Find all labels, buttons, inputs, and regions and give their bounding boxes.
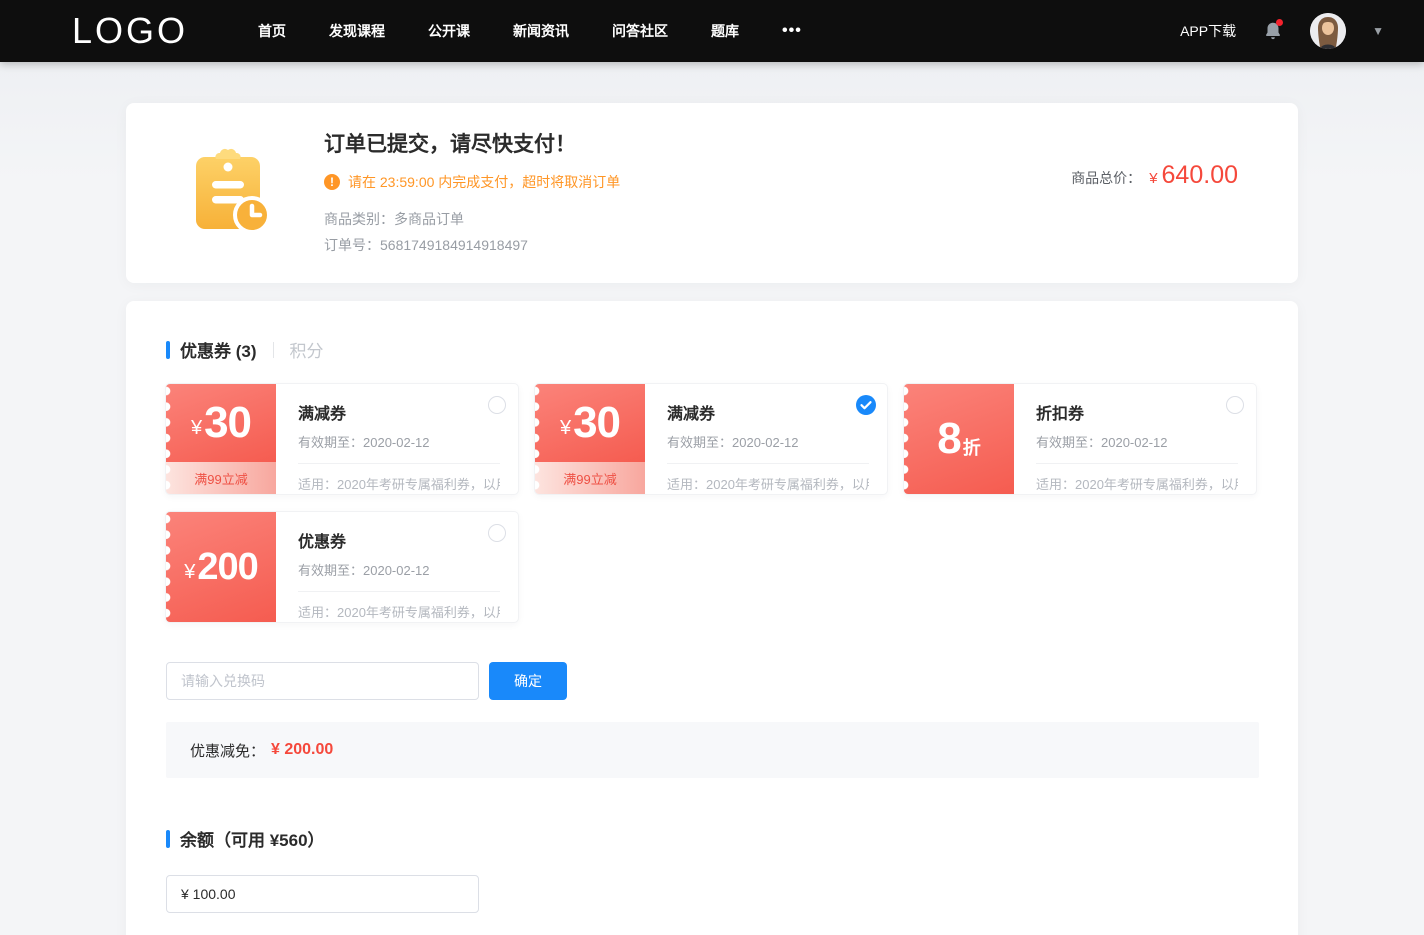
clipboard-clock-icon: [184, 143, 276, 243]
balance-amount-input[interactable]: [166, 875, 479, 913]
balance-section-header: 余额（可用 ¥560）: [166, 826, 1258, 851]
expiry-date: 2020-02-12: [1101, 435, 1168, 450]
coupon-radio-unselected[interactable]: [1226, 396, 1244, 414]
coupon-details: 满减券 有效期至：2020-02-12 适用：2020年考研专属福利券，以用..…: [645, 384, 887, 494]
category-label: 商品类别：: [324, 211, 394, 227]
ticket-notches: [904, 384, 912, 494]
expiry-date: 2020-02-12: [363, 435, 430, 450]
coupon-condition-tag: 满99立减: [166, 462, 276, 494]
coupon-amount: 30: [204, 398, 251, 448]
coupon-title: 优惠券: [298, 528, 500, 552]
coupon-amount: 200: [197, 546, 257, 589]
coupon-card-200-youhui[interactable]: ¥200 优惠券 有效期至：2020-02-12 适用：2020年考研专属福利券…: [166, 512, 518, 622]
coupon-currency: ¥: [184, 561, 195, 584]
coupon-amount-suffix: 折: [963, 434, 981, 460]
order-category: 商品类别：多商品订单: [324, 206, 1071, 232]
expiry-label: 有效期至：: [298, 435, 363, 450]
order-title: 订单已提交，请尽快支付！: [324, 128, 1071, 158]
section-accent-bar: [166, 830, 170, 848]
expiry-label: 有效期至：: [1036, 435, 1101, 450]
order-no-label: 订单号：: [324, 237, 380, 253]
coupon-details: 满减券 有效期至：2020-02-12 适用：2020年考研专属福利券，以用..…: [276, 384, 518, 494]
balance-title: 余额（可用 ¥560）: [180, 826, 325, 851]
coupon-currency: ¥: [191, 417, 202, 440]
payment-deadline-warning: ! 请在 23:59:00 内完成支付，超时将取消订单: [324, 172, 1071, 192]
notification-bell-icon[interactable]: [1262, 20, 1284, 42]
discount-label: 优惠减免：: [190, 740, 265, 761]
order-no-value: 5681749184914918497: [380, 237, 528, 253]
coupon-amount: 8: [937, 414, 960, 464]
coupon-title: 满减券: [667, 400, 869, 424]
nav-right: APP下载 ▼: [1180, 13, 1384, 49]
avatar[interactable]: [1310, 13, 1346, 49]
order-info: 订单已提交，请尽快支付！ ! 请在 23:59:00 内完成支付，超时将取消订单…: [324, 128, 1071, 258]
coupon-scope: 适用：2020年考研专属福利券，以用...: [1036, 463, 1238, 493]
total-label: 商品总价：: [1071, 170, 1141, 186]
ticket-notches: [166, 384, 174, 494]
payment-options-card: 优惠券 (3) 积分 ¥30 满99立减 满减券 有效期至：2020-02-12…: [126, 301, 1298, 935]
coupon-radio-unselected[interactable]: [488, 524, 506, 542]
expiry-date: 2020-02-12: [732, 435, 799, 450]
coupon-card-30-manjian-1[interactable]: ¥30 满99立减 满减券 有效期至：2020-02-12 适用：2020年考研…: [166, 384, 518, 494]
coupon-scope: 适用：2020年考研专属福利券，以用...: [298, 463, 500, 493]
category-value: 多商品订单: [394, 211, 464, 227]
nav-item-open-class[interactable]: 公开课: [428, 21, 470, 41]
chevron-down-icon[interactable]: ▼: [1372, 24, 1384, 38]
coupon-radio-unselected[interactable]: [488, 396, 506, 414]
nav-item-qa[interactable]: 问答社区: [612, 21, 668, 41]
app-download-link[interactable]: APP下载: [1180, 21, 1236, 41]
currency-symbol: ¥: [1149, 170, 1157, 187]
nav-item-news[interactable]: 新闻资讯: [513, 21, 569, 41]
coupon-amount-panel: 8折: [904, 384, 1014, 494]
expiry-label: 有效期至：: [667, 435, 732, 450]
coupon-details: 优惠券 有效期至：2020-02-12 适用：2020年考研专属福利券，以用..…: [276, 512, 518, 622]
coupon-selected-check-icon[interactable]: [856, 395, 876, 415]
exclamation-circle-icon: !: [324, 174, 340, 190]
order-number: 订单号：5681749184914918497: [324, 232, 1071, 258]
ticket-notches: [535, 384, 543, 494]
coupon-list: ¥30 满99立减 满减券 有效期至：2020-02-12 适用：2020年考研…: [166, 384, 1259, 622]
order-total: 商品总价： ¥640.00: [1071, 161, 1238, 190]
ticket-notches: [166, 512, 174, 622]
coupon-amount: 30: [573, 398, 620, 448]
coupon-card-discount-8zhe[interactable]: 8折 折扣券 有效期至：2020-02-12 适用：2020年考研专属福利券，以…: [904, 384, 1256, 494]
section-accent-bar: [166, 341, 170, 359]
tab-points[interactable]: 积分: [290, 337, 324, 362]
coupon-amount-panel: ¥200: [166, 512, 276, 622]
expiry-date: 2020-02-12: [363, 563, 430, 578]
coupon-section-header: 优惠券 (3) 积分: [166, 337, 1258, 362]
total-value: 640.00: [1162, 161, 1238, 189]
warning-text: 请在 23:59:00 内完成支付，超时将取消订单: [348, 172, 620, 192]
logo[interactable]: LOGO: [72, 13, 188, 49]
order-summary-card: 订单已提交，请尽快支付！ ! 请在 23:59:00 内完成支付，超时将取消订单…: [126, 103, 1298, 283]
coupon-scope: 适用：2020年考研专属福利券，以用...: [667, 463, 869, 493]
tab-divider: [273, 342, 274, 358]
nav-more-icon[interactable]: •••: [782, 22, 802, 40]
coupon-title: 满减券: [298, 400, 500, 424]
coupon-scope: 适用：2020年考研专属福利券，以用...: [298, 591, 500, 621]
coupon-details: 折扣券 有效期至：2020-02-12 适用：2020年考研专属福利券，以用..…: [1014, 384, 1256, 494]
redeem-code-input[interactable]: [166, 662, 479, 700]
coupon-condition-tag: 满99立减: [535, 462, 645, 494]
top-nav: LOGO 首页 发现课程 公开课 新闻资讯 问答社区 题库 ••• APP下载: [0, 0, 1424, 62]
redeem-code-row: 确定: [166, 662, 1258, 700]
page-body: 订单已提交，请尽快支付！ ! 请在 23:59:00 内完成支付，超时将取消订单…: [0, 62, 1424, 935]
discount-value: ¥ 200.00: [271, 741, 333, 759]
coupon-amount-panel: ¥30 满99立减: [166, 384, 276, 494]
nav-item-courses[interactable]: 发现课程: [329, 21, 385, 41]
nav-menu: 首页 发现课程 公开课 新闻资讯 问答社区 题库 •••: [258, 21, 802, 41]
nav-item-home[interactable]: 首页: [258, 21, 286, 41]
coupon-currency: ¥: [560, 417, 571, 440]
tab-coupons[interactable]: 优惠券 (3): [180, 337, 257, 362]
discount-summary-bar: 优惠减免： ¥ 200.00: [166, 722, 1259, 778]
nav-item-question-bank[interactable]: 题库: [711, 21, 739, 41]
coupon-amount-panel: ¥30 满99立减: [535, 384, 645, 494]
coupon-title: 折扣券: [1036, 400, 1238, 424]
expiry-label: 有效期至：: [298, 563, 363, 578]
confirm-button[interactable]: 确定: [489, 662, 567, 700]
coupon-card-30-manjian-2-selected[interactable]: ¥30 满99立减 满减券 有效期至：2020-02-12 适用：2020年考研…: [535, 384, 887, 494]
